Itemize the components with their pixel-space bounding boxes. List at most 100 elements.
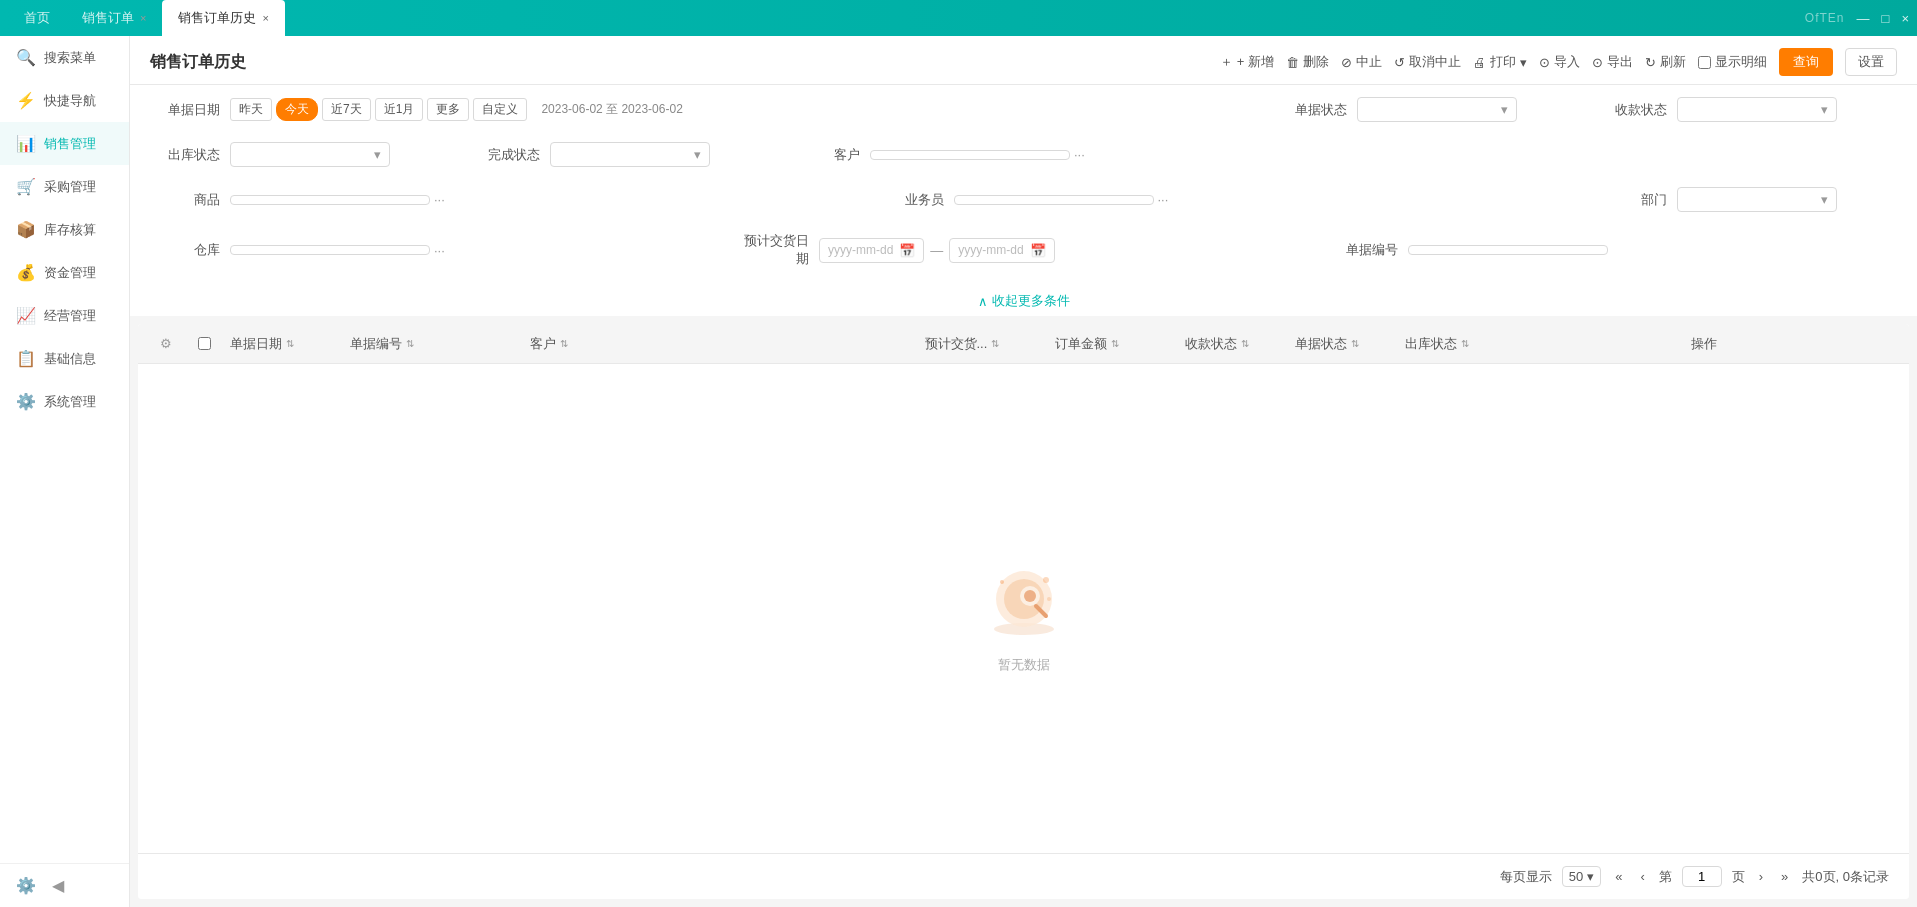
new-icon: ＋: [1220, 53, 1233, 71]
sidebar-item-operations-mgmt[interactable]: 📈 经营管理: [0, 294, 129, 337]
sidebar-item-quick-nav[interactable]: ⚡ 快捷导航: [0, 79, 129, 122]
sidebar-item-fund-mgmt-label: 资金管理: [44, 264, 96, 282]
th-expected[interactable]: 预计交货... ⇅: [917, 335, 1047, 353]
delete-btn[interactable]: 🗑 删除: [1286, 53, 1329, 71]
empty-state: 暂无数据: [138, 364, 1909, 853]
department-select[interactable]: ▾: [1677, 187, 1837, 212]
sidebar-item-quick-nav-label: 快捷导航: [44, 92, 96, 110]
page-label-prefix: 第: [1659, 868, 1672, 886]
svg-point-7: [1043, 577, 1049, 583]
show-detail-checkbox-label[interactable]: 显示明细: [1698, 53, 1767, 71]
sidebar-item-search-menu[interactable]: 🔍 搜索菜单: [0, 36, 129, 79]
delete-icon: 🗑: [1286, 55, 1299, 70]
query-btn[interactable]: 查询: [1779, 48, 1833, 76]
th-order-status[interactable]: 单据状态 ⇅: [1287, 335, 1397, 353]
out-status-select[interactable]: ▾: [230, 142, 390, 167]
receipt-status-select[interactable]: ▾: [1677, 97, 1837, 122]
restore-btn[interactable]: □: [1882, 11, 1890, 26]
date-btn-yesterday[interactable]: 昨天: [230, 98, 272, 121]
sidebar-bottom: ⚙️ ◀: [0, 863, 129, 907]
print-btn[interactable]: 🖨 打印 ▾: [1473, 53, 1527, 71]
th-number[interactable]: 单据编号 ⇅: [342, 335, 522, 353]
stop-btn[interactable]: ⊘ 中止: [1341, 53, 1382, 71]
th-customer[interactable]: 客户 ⇅: [522, 335, 917, 353]
tab-sales-order-history[interactable]: 销售订单历史 ×: [162, 0, 284, 36]
page-size-value: 50: [1569, 869, 1583, 884]
table-area: ⚙ 单据日期 ⇅ 单据编号 ⇅ 客户 ⇅ 预计交货...: [138, 324, 1909, 899]
svg-point-4: [1024, 590, 1036, 602]
select-all-checkbox[interactable]: [198, 337, 211, 350]
th-expected-label: 预计交货...: [925, 335, 988, 353]
salesperson-input[interactable]: [954, 195, 1154, 205]
page-number-input[interactable]: [1682, 866, 1722, 887]
settings-btn[interactable]: 设置: [1845, 48, 1897, 76]
cancel-stop-label: 取消中止: [1409, 53, 1461, 71]
new-btn[interactable]: ＋ + 新增: [1220, 53, 1274, 71]
date-btn-today[interactable]: 今天: [276, 98, 318, 121]
date-btn-7days[interactable]: 近7天: [322, 98, 371, 121]
filter-row-1: 单据日期 昨天 今天 近7天 近1月 更多 自定义 2023-06-02 至 2…: [150, 97, 1897, 122]
page-size-select[interactable]: 50 ▾: [1562, 866, 1601, 887]
order-status-select[interactable]: ▾: [1357, 97, 1517, 122]
tab-home[interactable]: 首页: [8, 0, 66, 36]
last-page-btn[interactable]: »: [1777, 867, 1792, 886]
minimize-btn[interactable]: —: [1857, 11, 1870, 26]
expected-delivery-start-placeholder: yyyy-mm-dd: [828, 243, 893, 257]
product-more-btn[interactable]: ···: [434, 192, 445, 207]
tab-sales-order-close[interactable]: ×: [140, 12, 146, 24]
main-layout: 🔍 搜索菜单 ⚡ 快捷导航 📊 销售管理 🛒 采购管理 📦 库存核算 💰 资金管…: [0, 36, 1917, 907]
customer-more-btn[interactable]: ···: [1074, 147, 1085, 162]
sidebar-item-inventory-check[interactable]: 📦 库存核算: [0, 208, 129, 251]
department-label: 部门: [1597, 191, 1677, 209]
close-btn[interactable]: ×: [1901, 11, 1909, 26]
sidebar-item-purchase-mgmt[interactable]: 🛒 采购管理: [0, 165, 129, 208]
warehouse-more-btn[interactable]: ···: [434, 243, 445, 258]
next-page-btn[interactable]: ›: [1755, 867, 1767, 886]
sidebar-settings-icon[interactable]: ⚙️: [16, 876, 36, 895]
product-filter: ···: [230, 192, 854, 207]
tab-sales-order[interactable]: 销售订单 ×: [66, 0, 162, 36]
tab-sales-order-history-close[interactable]: ×: [262, 12, 268, 24]
expected-delivery-start[interactable]: yyyy-mm-dd 📅: [819, 238, 924, 263]
th-out-status[interactable]: 出库状态 ⇅: [1397, 335, 1507, 353]
completion-status-select[interactable]: ▾: [550, 142, 710, 167]
table-header: ⚙ 单据日期 ⇅ 单据编号 ⇅ 客户 ⇅ 预计交货...: [138, 324, 1909, 364]
export-btn[interactable]: ⊙ 导出: [1592, 53, 1633, 71]
sidebar-collapse-icon[interactable]: ◀: [52, 876, 64, 895]
first-page-btn[interactable]: «: [1611, 867, 1626, 886]
order-number-input[interactable]: [1408, 245, 1608, 255]
sidebar-item-operations-mgmt-label: 经营管理: [44, 307, 96, 325]
collapse-row[interactable]: ∧ 收起更多条件: [150, 288, 1897, 310]
th-date[interactable]: 单据日期 ⇅: [222, 335, 342, 353]
sidebar-item-basic-info[interactable]: 📋 基础信息: [0, 337, 129, 380]
empty-illustration: [974, 544, 1074, 644]
cancel-stop-btn[interactable]: ↺ 取消中止: [1394, 53, 1461, 71]
th-checkbox[interactable]: [186, 337, 222, 350]
refresh-btn[interactable]: ↻ 刷新: [1645, 53, 1686, 71]
customer-input[interactable]: [870, 150, 1070, 160]
th-amount-sort-icon: ⇅: [1111, 338, 1119, 349]
expected-delivery-end[interactable]: yyyy-mm-dd 📅: [949, 238, 1054, 263]
th-amount[interactable]: 订单金额 ⇅: [1047, 335, 1177, 353]
export-icon: ⊙: [1592, 55, 1603, 70]
stop-label: 中止: [1356, 53, 1382, 71]
salesperson-more-btn[interactable]: ···: [1158, 192, 1169, 207]
collapse-icon: ∧: [978, 294, 988, 309]
th-receipt-status-label: 收款状态: [1185, 335, 1237, 353]
th-receipt-status[interactable]: 收款状态 ⇅: [1177, 335, 1287, 353]
sidebar-item-fund-mgmt[interactable]: 💰 资金管理: [0, 251, 129, 294]
date-btn-1month[interactable]: 近1月: [375, 98, 424, 121]
prev-page-btn[interactable]: ‹: [1636, 867, 1648, 886]
product-input[interactable]: [230, 195, 430, 205]
sidebar-item-sales-mgmt[interactable]: 📊 销售管理: [0, 122, 129, 165]
import-icon: ⊙: [1539, 55, 1550, 70]
date-btn-custom[interactable]: 自定义: [473, 98, 527, 121]
out-status-arrow: ▾: [374, 147, 381, 162]
sidebar-item-system-mgmt[interactable]: ⚙️ 系统管理: [0, 380, 129, 423]
show-detail-checkbox[interactable]: [1698, 56, 1711, 69]
date-btn-more[interactable]: 更多: [427, 98, 469, 121]
svg-point-6: [1000, 580, 1004, 584]
warehouse-input[interactable]: [230, 245, 430, 255]
import-btn[interactable]: ⊙ 导入: [1539, 53, 1580, 71]
column-settings-btn[interactable]: ⚙: [146, 336, 186, 351]
